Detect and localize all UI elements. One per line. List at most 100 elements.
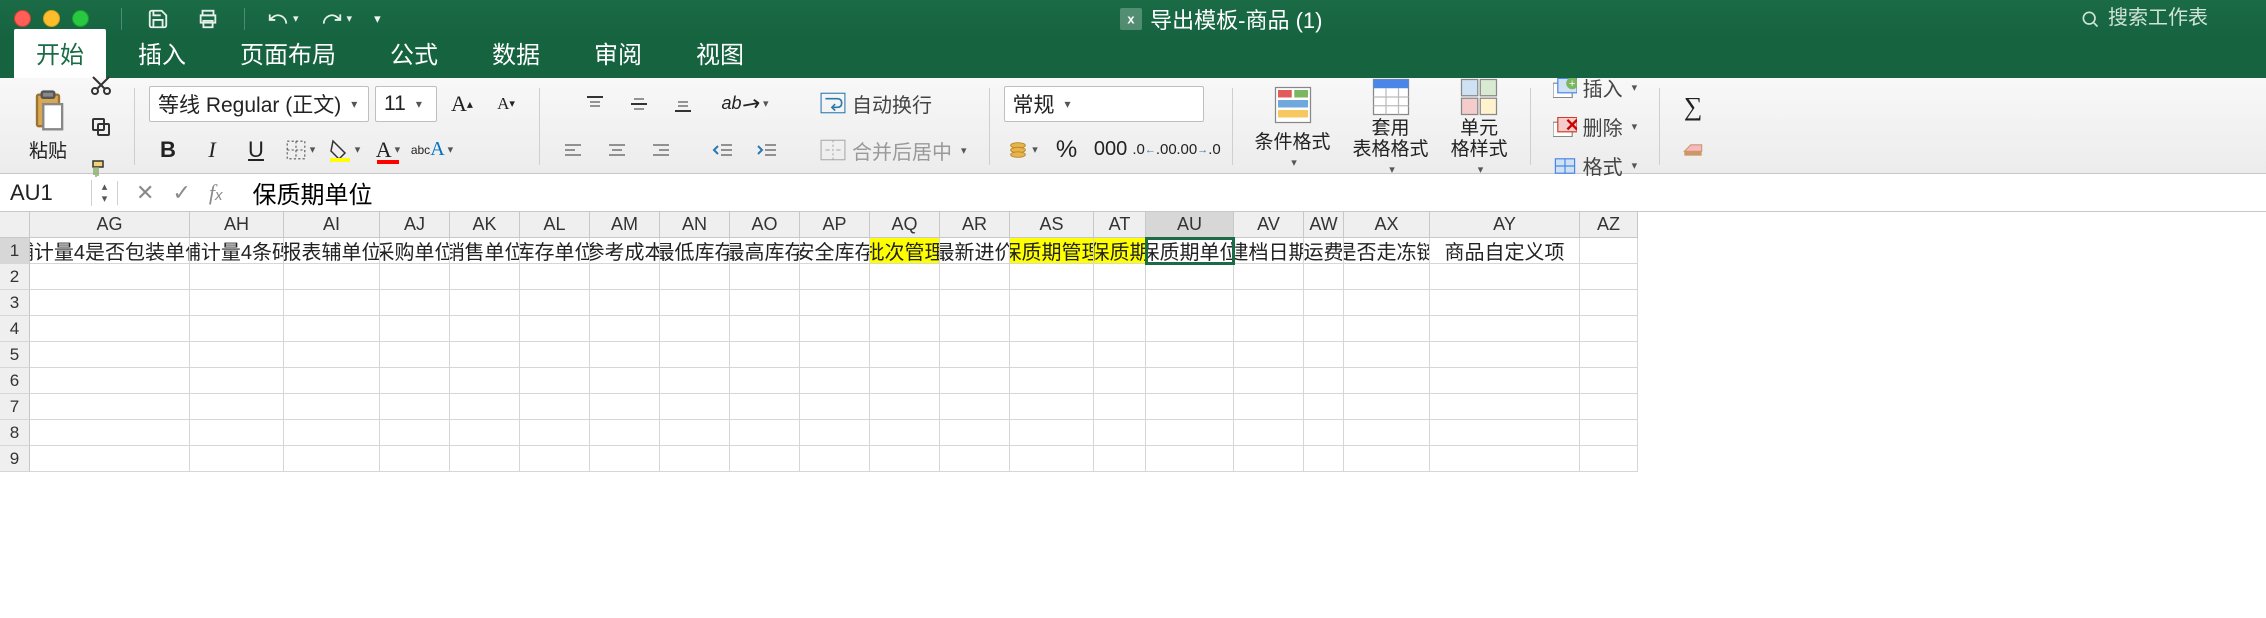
cell-AK4[interactable] <box>450 316 520 342</box>
cell-AS2[interactable] <box>1010 264 1094 290</box>
cell-AZ1[interactable] <box>1580 238 1638 264</box>
cell-AI1[interactable]: 报表辅单位 <box>284 238 380 264</box>
cell-AT9[interactable] <box>1094 446 1146 472</box>
row-header-8[interactable]: 8 <box>0 420 30 446</box>
cell-AH5[interactable] <box>190 342 284 368</box>
cell-AV1[interactable]: 建档日期 <box>1234 238 1304 264</box>
decrease-font-button[interactable]: A▾ <box>487 86 525 122</box>
font-name-combo[interactable]: 等线 Regular (正文)▾ <box>149 86 369 122</box>
cell-AS3[interactable] <box>1010 290 1094 316</box>
cell-AM9[interactable] <box>590 446 660 472</box>
cell-AZ9[interactable] <box>1580 446 1638 472</box>
cell-AO2[interactable] <box>730 264 800 290</box>
cell-AQ4[interactable] <box>870 316 940 342</box>
row-header-7[interactable]: 7 <box>0 394 30 420</box>
cell-AV4[interactable] <box>1234 316 1304 342</box>
cell-AO6[interactable] <box>730 368 800 394</box>
cell-AX8[interactable] <box>1344 420 1430 446</box>
cell-AL3[interactable] <box>520 290 590 316</box>
cell-AH3[interactable] <box>190 290 284 316</box>
cell-AY4[interactable] <box>1430 316 1580 342</box>
row-header-5[interactable]: 5 <box>0 342 30 368</box>
cell-AJ7[interactable] <box>380 394 450 420</box>
fx-icon[interactable]: fx <box>209 180 223 206</box>
cell-AT1[interactable]: 保质期 <box>1094 238 1146 264</box>
redo-button[interactable]: ▾ <box>321 8 353 30</box>
column-header-AW[interactable]: AW <box>1304 212 1344 238</box>
name-box[interactable]: AU1 <box>0 180 92 206</box>
cell-AI2[interactable] <box>284 264 380 290</box>
ribbon-tab-6[interactable]: 视图 <box>674 29 766 78</box>
cell-AH7[interactable] <box>190 394 284 420</box>
insert-cells-button[interactable]: +插入 <box>1545 69 1646 106</box>
cell-AZ8[interactable] <box>1580 420 1638 446</box>
cell-AJ9[interactable] <box>380 446 450 472</box>
cell-AU8[interactable] <box>1146 420 1234 446</box>
cell-AM5[interactable] <box>590 342 660 368</box>
decrease-decimal-button[interactable]: .00→.0 <box>1180 132 1218 168</box>
cell-AS9[interactable] <box>1010 446 1094 472</box>
cell-AP8[interactable] <box>800 420 870 446</box>
cell-AG3[interactable] <box>30 290 190 316</box>
cell-AG6[interactable] <box>30 368 190 394</box>
cell-AN4[interactable] <box>660 316 730 342</box>
close-window-button[interactable] <box>14 10 31 27</box>
cell-AK9[interactable] <box>450 446 520 472</box>
sheet-search[interactable] <box>2062 7 2266 30</box>
column-header-AP[interactable]: AP <box>800 212 870 238</box>
cell-AS6[interactable] <box>1010 368 1094 394</box>
align-top-button[interactable] <box>576 86 614 122</box>
cells-area[interactable]: 辅计量4是否包装单位辅计量4条码报表辅单位采购单位销售单位库存单位参考成本最低库… <box>30 238 2266 472</box>
cell-AO9[interactable] <box>730 446 800 472</box>
cell-AI4[interactable] <box>284 316 380 342</box>
decrease-indent-button[interactable] <box>704 132 742 168</box>
cell-AR3[interactable] <box>940 290 1010 316</box>
cell-AW7[interactable] <box>1304 394 1344 420</box>
cell-AU2[interactable] <box>1146 264 1234 290</box>
cell-AU5[interactable] <box>1146 342 1234 368</box>
column-header-AQ[interactable]: AQ <box>870 212 940 238</box>
align-right-button[interactable] <box>642 132 680 168</box>
cell-AI7[interactable] <box>284 394 380 420</box>
cell-AW5[interactable] <box>1304 342 1344 368</box>
cell-AP7[interactable] <box>800 394 870 420</box>
bold-button[interactable]: B <box>149 132 187 168</box>
cell-AQ1[interactable]: 批次管理 <box>870 238 940 264</box>
ribbon-tab-3[interactable]: 公式 <box>368 29 460 78</box>
cell-AP6[interactable] <box>800 368 870 394</box>
cell-AZ4[interactable] <box>1580 316 1638 342</box>
cell-AL7[interactable] <box>520 394 590 420</box>
ribbon-tab-4[interactable]: 数据 <box>470 29 562 78</box>
ribbon-tab-1[interactable]: 插入 <box>116 29 208 78</box>
row-header-9[interactable]: 9 <box>0 446 30 472</box>
cell-AX1[interactable]: 是否走冻链 <box>1344 238 1430 264</box>
font-color-button[interactable]: A <box>369 132 407 168</box>
row-header-3[interactable]: 3 <box>0 290 30 316</box>
search-input[interactable] <box>2108 7 2248 30</box>
column-header-AJ[interactable]: AJ <box>380 212 450 238</box>
cell-AN2[interactable] <box>660 264 730 290</box>
cell-AT6[interactable] <box>1094 368 1146 394</box>
cell-AW4[interactable] <box>1304 316 1344 342</box>
row-header-1[interactable]: 1 <box>0 238 30 264</box>
cell-AM6[interactable] <box>590 368 660 394</box>
cell-AI3[interactable] <box>284 290 380 316</box>
fill-color-button[interactable] <box>325 132 363 168</box>
cell-AQ2[interactable] <box>870 264 940 290</box>
cell-AW6[interactable] <box>1304 368 1344 394</box>
cell-AL1[interactable]: 库存单位 <box>520 238 590 264</box>
cell-AI9[interactable] <box>284 446 380 472</box>
cell-AT7[interactable] <box>1094 394 1146 420</box>
cell-AY9[interactable] <box>1430 446 1580 472</box>
cell-AG1[interactable]: 辅计量4是否包装单位 <box>30 238 190 264</box>
cell-AS1[interactable]: 保质期管理 <box>1010 238 1094 264</box>
cell-AI6[interactable] <box>284 368 380 394</box>
cell-AW3[interactable] <box>1304 290 1344 316</box>
cell-AV8[interactable] <box>1234 420 1304 446</box>
column-header-AM[interactable]: AM <box>590 212 660 238</box>
cell-AU4[interactable] <box>1146 316 1234 342</box>
increase-font-button[interactable]: A▴ <box>443 86 481 122</box>
cell-AQ3[interactable] <box>870 290 940 316</box>
cell-AM3[interactable] <box>590 290 660 316</box>
cell-AS8[interactable] <box>1010 420 1094 446</box>
